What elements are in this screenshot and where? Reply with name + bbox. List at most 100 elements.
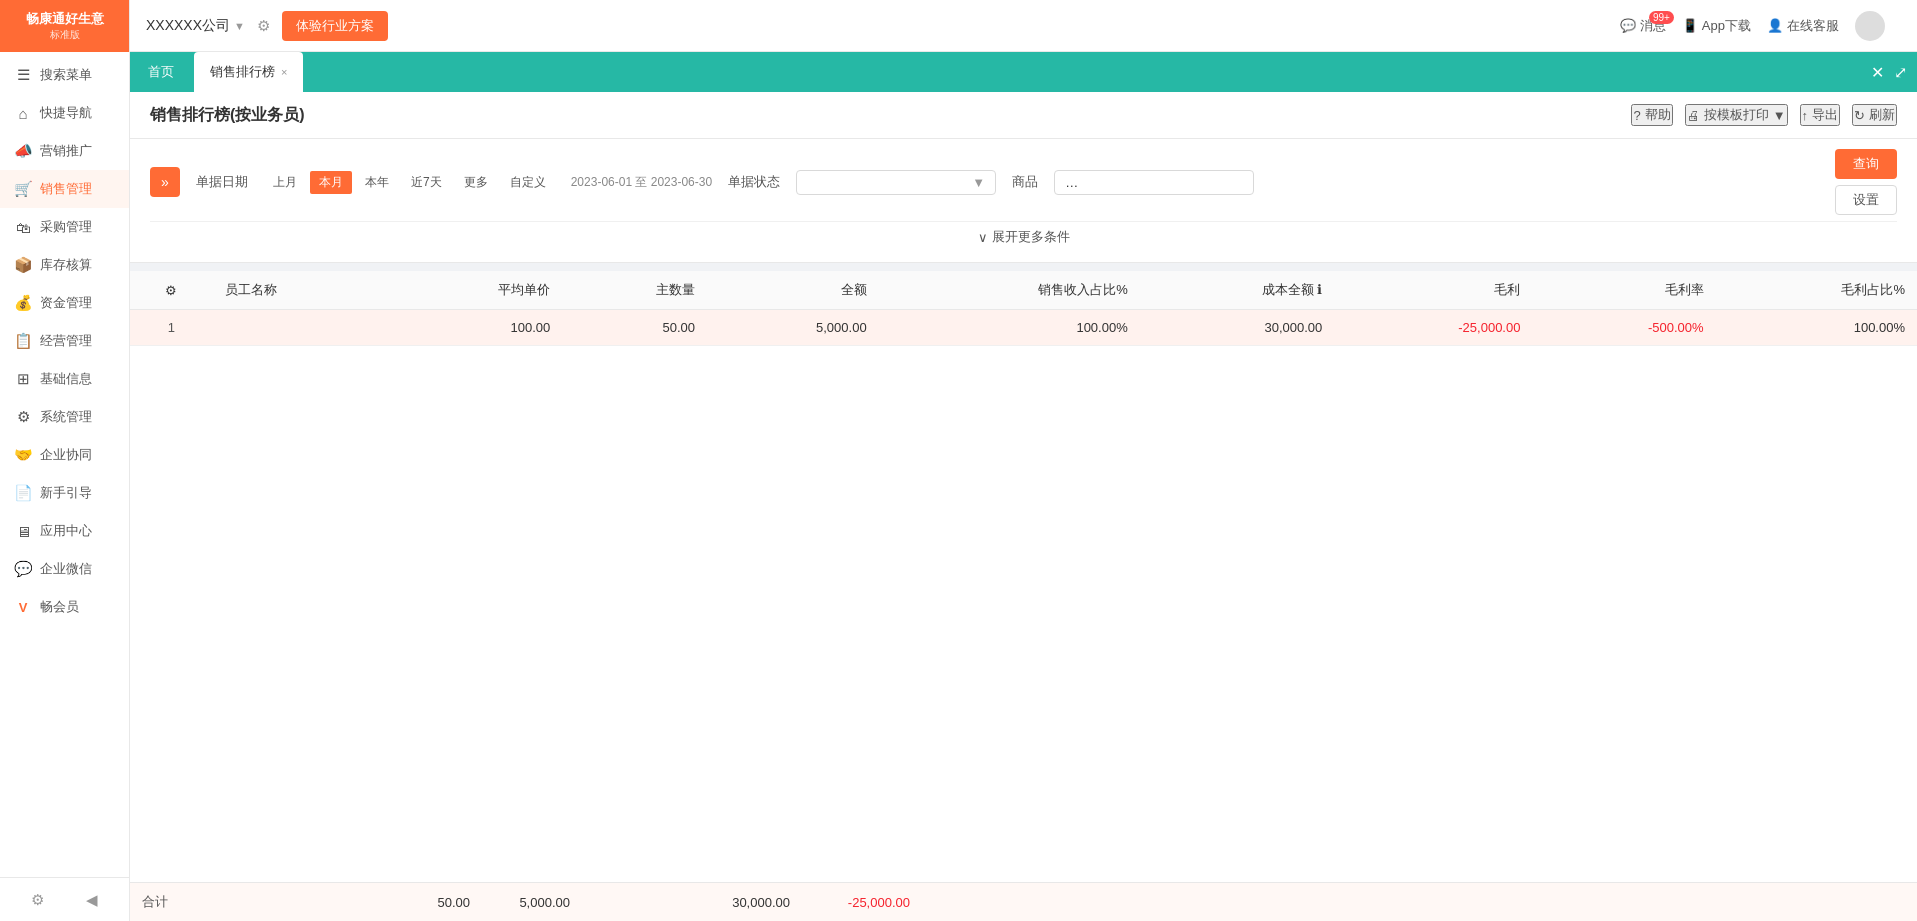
logo-title: 畅康通好生意 [26,10,104,28]
table-wrapper: ⚙ 员工名称 平均单价 主数量 全额 销售收入占比% 成本全额 ℹ 毛利 毛利率… [130,271,1917,882]
sidebar-item-system-mgmt[interactable]: ⚙ 系统管理 [0,398,129,436]
footer-cell-qty: 50.00 [402,895,482,910]
goods-input[interactable]: … [1054,170,1254,195]
topbar-gear-icon[interactable]: ⚙ [257,17,270,35]
cell-rank: 1 [130,310,213,346]
sidebar-item-label: 库存核算 [40,256,92,274]
sidebar-item-enterprise-wechat[interactable]: 💬 企业微信 [0,550,129,588]
filter-expand-icon-btn[interactable]: » [150,167,180,197]
footer-cell-gross-pct [1022,895,1122,910]
sidebar-item-quick-nav[interactable]: ⌂ 快捷导航 [0,94,129,132]
cell-gross-rate: -500.00% [1532,310,1715,346]
help-btn[interactable]: ? 帮助 [1631,104,1672,126]
th-settings[interactable]: ⚙ [130,271,213,310]
sidebar-item-finance[interactable]: 💰 资金管理 [0,284,129,322]
export-btn[interactable]: ↑ 导出 [1800,104,1841,126]
footer-cells: 50.00 5,000.00 30,000.00 -25,000.00 [302,895,1905,910]
topbar-avatar[interactable] [1855,11,1885,41]
trial-plan-button[interactable]: 体验行业方案 [282,11,388,41]
sidebar-item-enterprise-collab[interactable]: 🤝 企业协同 [0,436,129,474]
basic-info-icon: ⊞ [14,370,32,388]
cell-gross-pct: 100.00% [1716,310,1917,346]
sidebar-item-operations[interactable]: 📋 经营管理 [0,322,129,360]
system-icon: ⚙ [14,408,32,426]
goods-label: 商品 [1012,173,1038,191]
data-table: ⚙ 员工名称 平均单价 主数量 全额 销售收入占比% 成本全额 ℹ 毛利 毛利率… [130,271,1917,346]
window-expand-btn[interactable]: ⤢ [1894,63,1907,82]
footer-cell-cost-amount: 30,000.00 [682,895,802,910]
table-area: ⚙ 员工名称 平均单价 主数量 全额 销售收入占比% 成本全额 ℹ 毛利 毛利率… [130,271,1917,921]
cell-avg-price: 100.00 [388,310,563,346]
sidebar-item-label: 营销推广 [40,142,92,160]
operations-icon: 📋 [14,332,32,350]
topbar-app-download-btn[interactable]: 📱 App下载 [1682,17,1751,35]
sidebar-item-label: 系统管理 [40,408,92,426]
footer-cell-amount: 5,000.00 [482,895,582,910]
th-gross-rate: 毛利率 [1532,271,1715,310]
sidebar-item-label: 采购管理 [40,218,92,236]
expand-more-icon: ∨ [978,230,988,245]
settings-button[interactable]: 设置 [1835,185,1897,215]
page-header: 销售排行榜(按业务员) ? 帮助 🖨 按模板打印 ▼ ↑ 导出 ↻ 刷新 [130,92,1917,139]
tab-home[interactable]: 首页 [130,52,192,92]
app-label: App下载 [1702,17,1751,35]
footer-total-label: 合计 [142,893,302,911]
cell-amount: 5,000.00 [707,310,879,346]
date-tab-this-month[interactable]: 本月 [310,171,352,194]
refresh-icon: ↻ [1854,108,1865,123]
tab-close-icon[interactable]: × [281,66,287,78]
date-tab-7days[interactable]: 近7天 [402,171,451,194]
sidebar-item-purchase-mgmt[interactable]: 🛍 采购管理 [0,208,129,246]
sidebar-item-label: 应用中心 [40,522,92,540]
date-tab-more[interactable]: 更多 [455,171,497,194]
home-tab-label: 首页 [148,63,174,81]
topbar-online-service-btn[interactable]: 👤 在线客服 [1767,17,1839,35]
expand-more-row: ∨ 展开更多条件 [150,221,1897,252]
date-tab-this-year[interactable]: 本年 [356,171,398,194]
sidebar-item-sales-mgmt[interactable]: 🛒 销售管理 [0,170,129,208]
date-tab-last-month[interactable]: 上月 [264,171,306,194]
sidebar-logo: 畅康通好生意 标准版 [0,0,129,52]
filter-row-1: » 单据日期 上月 本月 本年 近7天 更多 自定义 2023-06-01 至 … [150,149,1897,215]
sidebar-item-label: 资金管理 [40,294,92,312]
sidebar-item-vip-member[interactable]: V 畅会员 [0,588,129,626]
table-row: 1 100.00 50.00 5,000.00 100.00% 30,000.0… [130,310,1917,346]
date-tab-custom[interactable]: 自定义 [501,171,555,194]
sidebar-item-app-center[interactable]: 🖥 应用中心 [0,512,129,550]
sidebar-item-basic-info[interactable]: ⊞ 基础信息 [0,360,129,398]
home-icon: ⌂ [14,105,32,122]
sidebar-settings-btn[interactable]: ⚙ [31,891,44,909]
print-dropdown-arrow: ▼ [1773,108,1786,123]
expand-more-label: 展开更多条件 [992,228,1070,246]
sidebar-item-search-order[interactable]: ☰ 搜索菜单 [0,56,129,94]
template-print-btn[interactable]: 🖨 按模板打印 ▼ [1685,104,1788,126]
query-button[interactable]: 查询 [1835,149,1897,179]
sidebar-item-inventory[interactable]: 📦 库存核算 [0,246,129,284]
filter-date-tabs: 上月 本月 本年 近7天 更多 自定义 [264,171,555,194]
topbar-message-btn[interactable]: 💬 消息 99+ [1620,17,1666,35]
th-employee: 员工名称 [213,271,388,310]
th-sales-pct: 销售收入占比% [879,271,1140,310]
footer-cell-sales-pct [582,895,682,910]
goods-placeholder: … [1065,175,1078,190]
sidebar-item-marketing[interactable]: 📣 营销推广 [0,132,129,170]
logo-sub: 标准版 [50,28,80,42]
cell-employee [213,310,388,346]
th-amount: 全额 [707,271,879,310]
sidebar-item-label: 企业协同 [40,446,92,464]
table-footer: 合计 50.00 5,000.00 30,000.00 -25,000.00 [130,882,1917,921]
sidebar-item-new-guide[interactable]: 📄 新手引导 [0,474,129,512]
topbar-company[interactable]: XXXXXX公司 ▼ [146,17,245,35]
expand-more-btn[interactable]: ∨ 展开更多条件 [978,228,1070,246]
tab-sales-ranking[interactable]: 销售排行榜 × [194,52,303,92]
refresh-btn[interactable]: ↻ 刷新 [1852,104,1897,126]
sidebar-collapse-btn[interactable]: ◀ [86,891,98,909]
doc-status-arrow: ▼ [972,175,985,190]
doc-status-label: 单据状态 [728,173,780,191]
cell-cost-amount: 30,000.00 [1140,310,1335,346]
app-icon: 📱 [1682,18,1698,33]
sales-icon: 🛒 [14,180,32,198]
doc-status-select[interactable]: ▼ [796,170,996,195]
wechat-icon: 💬 [14,560,32,578]
window-close-btn[interactable]: ✕ [1871,63,1884,82]
